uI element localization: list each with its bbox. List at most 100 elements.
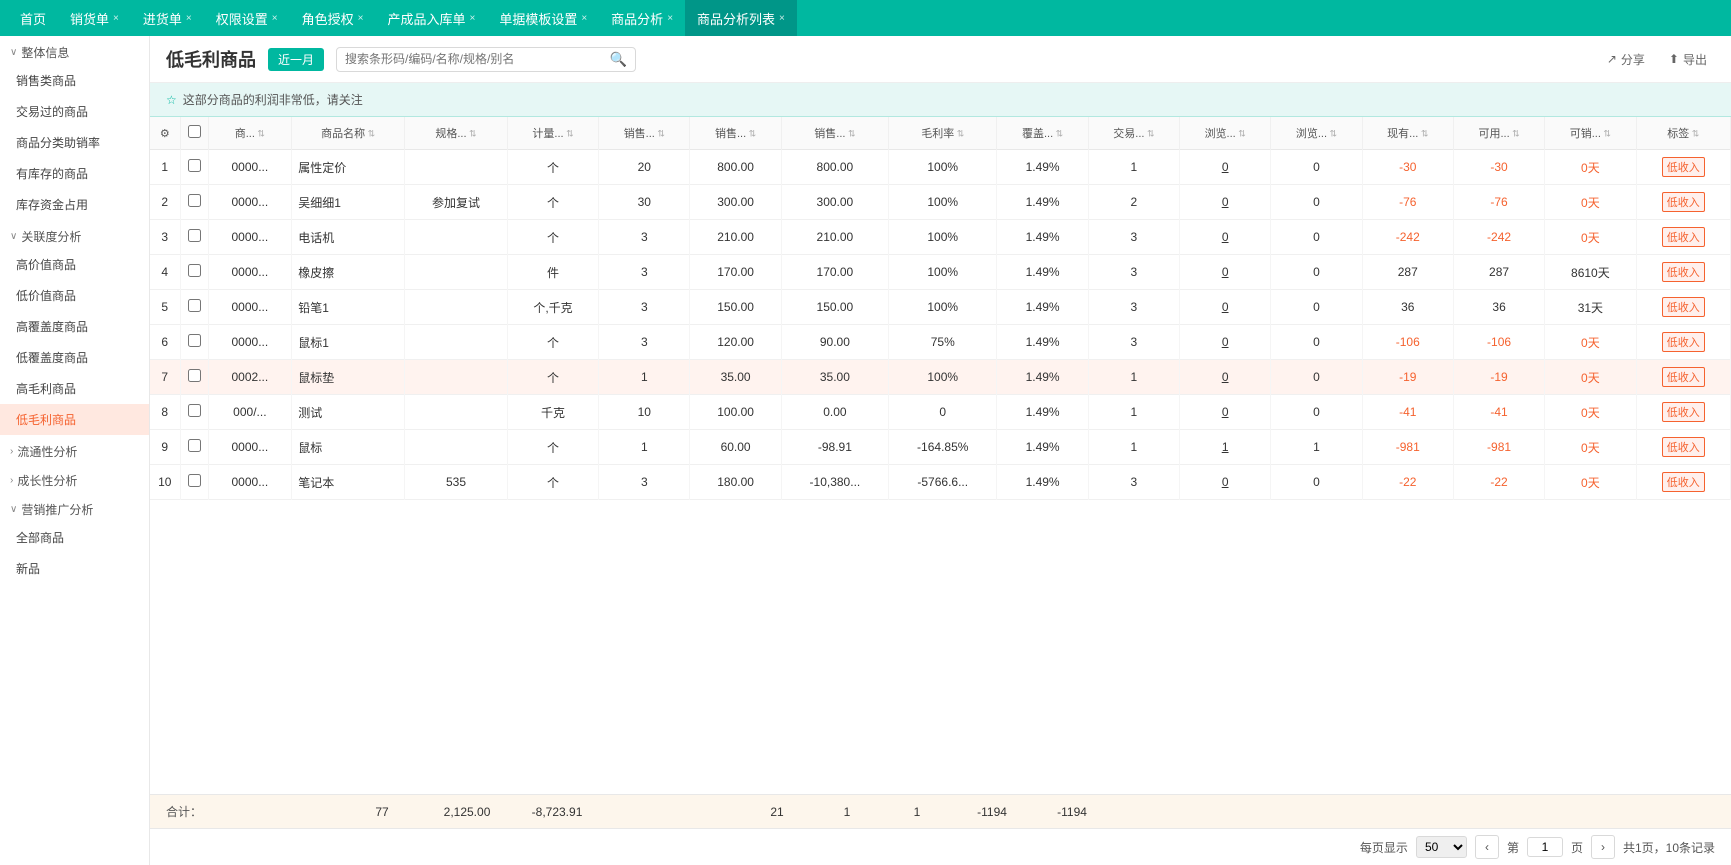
row-checkbox[interactable] <box>188 369 201 382</box>
browse-link[interactable]: 0 <box>1222 195 1229 209</box>
close-icon[interactable]: × <box>779 13 785 24</box>
col-header-unit[interactable]: 计量... ⇅ <box>507 117 598 150</box>
sort-icon[interactable]: ⇅ <box>1601 129 1611 139</box>
sort-icon[interactable]: ⇅ <box>1236 129 1246 139</box>
sort-icon[interactable]: ⇅ <box>467 129 477 139</box>
sort-icon[interactable]: ⇅ <box>1689 129 1699 139</box>
close-icon[interactable]: × <box>113 13 119 24</box>
col-header-trade_count[interactable]: 交易... ⇅ <box>1088 117 1179 150</box>
browse-link[interactable]: 0 <box>1222 335 1229 349</box>
col-header-tag[interactable]: 标签 ⇅ <box>1636 117 1730 150</box>
export-button[interactable]: ⬆ 导出 <box>1661 47 1715 72</box>
sidebar-item-高覆盖度商品[interactable]: 高覆盖度商品 <box>0 311 149 342</box>
sidebar-section-营销推广分析[interactable]: ∨营销推广分析 <box>0 493 149 522</box>
row-checkbox[interactable] <box>188 404 201 417</box>
col-header-checkbox[interactable] <box>180 117 208 150</box>
prev-page-button[interactable]: ‹ <box>1475 835 1499 859</box>
browse-link[interactable]: 0 <box>1222 230 1229 244</box>
close-icon[interactable]: × <box>469 13 475 24</box>
sort-icon[interactable]: ⇅ <box>1053 129 1063 139</box>
row-checkbox[interactable] <box>188 194 201 207</box>
col-header-coverage[interactable]: 覆盖... ⇅ <box>997 117 1088 150</box>
nav-item-单据模板设置[interactable]: 单据模板设置× <box>487 0 599 36</box>
page-number-input[interactable] <box>1527 837 1563 857</box>
col-header-code[interactable]: 商... ⇅ <box>208 117 292 150</box>
col-header-sales_qty[interactable]: 销售... ⇅ <box>599 117 690 150</box>
sidebar-section-流通性分析[interactable]: ›流通性分析 <box>0 435 149 464</box>
search-icon[interactable]: 🔍 <box>610 51 627 68</box>
sidebar-item-有库存的商品[interactable]: 有库存的商品 <box>0 158 149 189</box>
sort-icon[interactable]: ⇅ <box>1510 129 1520 139</box>
close-icon[interactable]: × <box>272 13 278 24</box>
col-header-sales_amount[interactable]: 销售... ⇅ <box>690 117 781 150</box>
nav-item-权限设置[interactable]: 权限设置× <box>204 0 290 36</box>
sidebar-item-低毛利商品[interactable]: 低毛利商品 <box>0 404 149 435</box>
nav-item-销货单[interactable]: 销货单× <box>58 0 131 36</box>
browse-link[interactable]: 0 <box>1222 300 1229 314</box>
row-checkbox[interactable] <box>188 264 201 277</box>
sort-icon[interactable]: ⇅ <box>845 129 855 139</box>
col-header-sellable_days[interactable]: 可销... ⇅ <box>1545 117 1636 150</box>
sort-icon[interactable]: ⇅ <box>1327 129 1337 139</box>
time-filter-button[interactable]: 近一月 <box>268 48 324 71</box>
browse-link[interactable]: 0 <box>1222 160 1229 174</box>
sidebar-item-全部商品[interactable]: 全部商品 <box>0 522 149 553</box>
col-header-current_stock[interactable]: 现有... ⇅ <box>1362 117 1453 150</box>
col-header-browse1[interactable]: 浏览... ⇅ <box>1180 117 1271 150</box>
nav-item-商品分析[interactable]: 商品分析× <box>599 0 685 36</box>
sidebar-section-关联度分析[interactable]: ∨关联度分析 <box>0 220 149 249</box>
row-checkbox[interactable] <box>188 159 201 172</box>
col-header-usable_stock[interactable]: 可用... ⇅ <box>1453 117 1544 150</box>
col-header-gross_margin[interactable]: 毛利率 ⇅ <box>889 117 997 150</box>
sidebar-item-高价值商品[interactable]: 高价值商品 <box>0 249 149 280</box>
sort-icon[interactable]: ⇅ <box>255 129 265 139</box>
row-checkbox[interactable] <box>188 334 201 347</box>
close-icon[interactable]: × <box>358 13 364 24</box>
col-header-name[interactable]: 商品名称 ⇅ <box>292 117 405 150</box>
sidebar-item-销售类商品[interactable]: 销售类商品 <box>0 65 149 96</box>
browse-link[interactable]: 0 <box>1222 405 1229 419</box>
data-table: ⚙商... ⇅商品名称 ⇅规格... ⇅计量... ⇅销售... ⇅销售... … <box>150 117 1731 500</box>
nav-item-产成品入库单[interactable]: 产成品入库单× <box>375 0 487 36</box>
sort-icon[interactable]: ⇅ <box>954 129 964 139</box>
close-icon[interactable]: × <box>581 13 587 24</box>
col-header-sales_profit[interactable]: 销售... ⇅ <box>781 117 888 150</box>
sidebar-item-新品[interactable]: 新品 <box>0 553 149 584</box>
share-button[interactable]: ↗ 分享 <box>1599 47 1653 72</box>
row-checkbox[interactable] <box>188 299 201 312</box>
row-checkbox[interactable] <box>188 474 201 487</box>
row-checkbox[interactable] <box>188 229 201 242</box>
col-header-settings[interactable]: ⚙ <box>150 117 180 150</box>
sidebar-section-成长性分析[interactable]: ›成长性分析 <box>0 464 149 493</box>
sidebar-section-整体信息[interactable]: ∨整体信息 <box>0 36 149 65</box>
sort-icon[interactable]: ⇅ <box>365 129 375 139</box>
nav-item-角色授权[interactable]: 角色授权× <box>290 0 376 36</box>
sidebar-item-商品分类助销率[interactable]: 商品分类助销率 <box>0 127 149 158</box>
nav-item-进货单[interactable]: 进货单× <box>131 0 204 36</box>
sidebar-item-库存资金占用[interactable]: 库存资金占用 <box>0 189 149 220</box>
sort-icon[interactable]: ⇅ <box>1144 129 1154 139</box>
nav-item-首页[interactable]: 首页 <box>8 0 58 36</box>
select-all-checkbox[interactable] <box>188 125 201 138</box>
sort-icon[interactable]: ⇅ <box>746 129 756 139</box>
nav-item-商品分析列表[interactable]: 商品分析列表× <box>685 0 797 36</box>
sort-icon[interactable]: ⇅ <box>655 129 665 139</box>
browse-link[interactable]: 0 <box>1222 475 1229 489</box>
row-checkbox[interactable] <box>188 439 201 452</box>
close-icon[interactable]: × <box>667 13 673 24</box>
browse-link[interactable]: 0 <box>1222 370 1229 384</box>
sidebar-item-低价值商品[interactable]: 低价值商品 <box>0 280 149 311</box>
close-icon[interactable]: × <box>186 13 192 24</box>
next-page-button[interactable]: › <box>1591 835 1615 859</box>
sidebar-item-交易过的商品[interactable]: 交易过的商品 <box>0 96 149 127</box>
sidebar-item-低覆盖度商品[interactable]: 低覆盖度商品 <box>0 342 149 373</box>
per-page-select[interactable]: 50 100 200 <box>1416 836 1467 858</box>
col-header-browse2[interactable]: 浏览... ⇅ <box>1271 117 1362 150</box>
browse-link[interactable]: 0 <box>1222 265 1229 279</box>
col-header-spec[interactable]: 规格... ⇅ <box>405 117 508 150</box>
sort-icon[interactable]: ⇅ <box>1418 129 1428 139</box>
browse-link[interactable]: 1 <box>1222 440 1229 454</box>
sort-icon[interactable]: ⇅ <box>564 129 574 139</box>
search-input[interactable] <box>345 52 610 66</box>
sidebar-item-高毛利商品[interactable]: 高毛利商品 <box>0 373 149 404</box>
